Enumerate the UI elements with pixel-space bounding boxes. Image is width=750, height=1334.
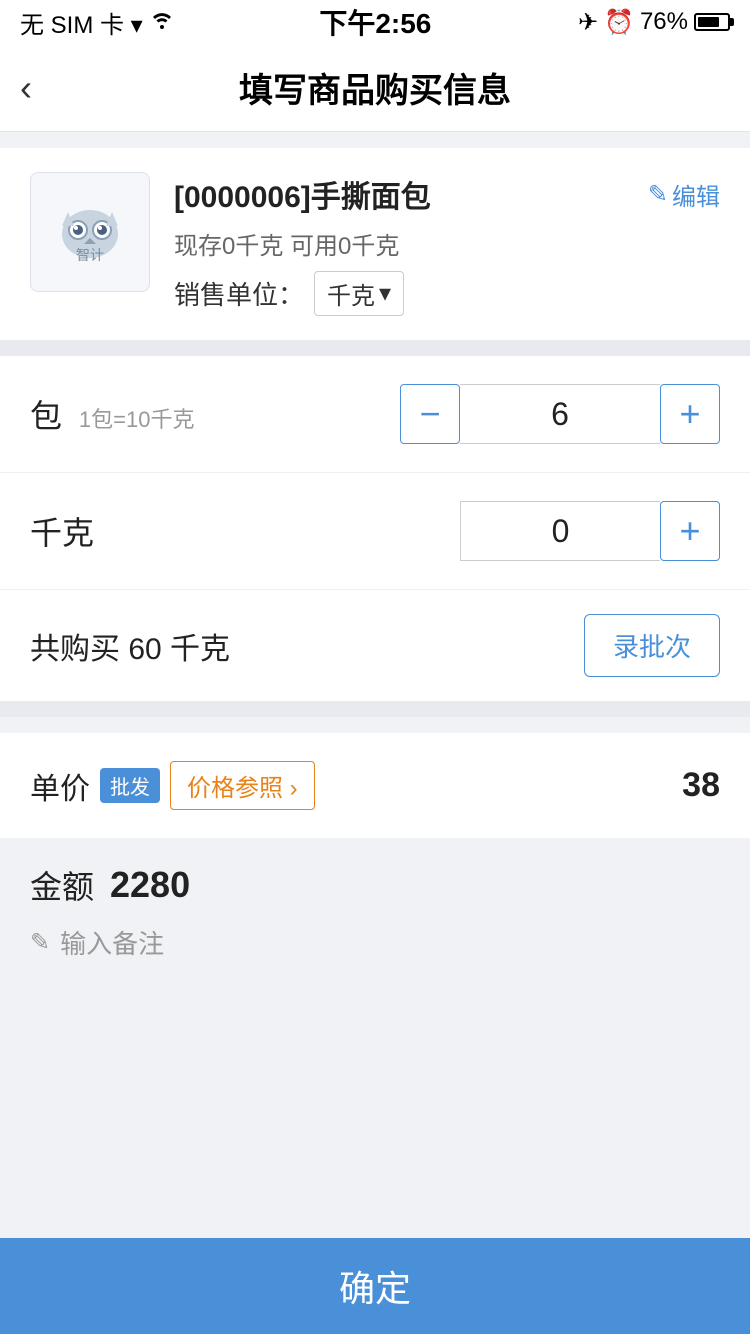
amount-label: 金额 bbox=[30, 862, 94, 908]
kg-qty-row: 千克 + bbox=[0, 473, 750, 590]
qty-section: 包 1包=10千克 − + 千克 + bbox=[0, 356, 750, 590]
unit-select[interactable]: 千克 ▾ bbox=[314, 271, 404, 316]
sim-status: 无 SIM 卡 ▾ bbox=[20, 5, 143, 40]
bao-minus-button[interactable]: − bbox=[400, 384, 460, 444]
page-title: 填写商品购买信息 bbox=[239, 63, 511, 112]
price-label: 单价 批发 价格参照 › bbox=[30, 761, 315, 810]
kg-qty-controls: + bbox=[460, 501, 720, 561]
status-bar: 无 SIM 卡 ▾ 下午2:56 ✈ ⏰ 76% bbox=[0, 0, 750, 44]
bao-plus-button[interactable]: + bbox=[660, 384, 720, 444]
amount-row: 金额 2280 bbox=[30, 862, 720, 908]
wifi-icon bbox=[151, 8, 173, 36]
location-icon: ✈ bbox=[578, 8, 598, 37]
price-row: 单价 批发 价格参照 › 38 bbox=[30, 761, 720, 810]
bao-qty-input[interactable] bbox=[460, 384, 660, 444]
battery-percent: 76% bbox=[640, 8, 688, 36]
battery-icon bbox=[694, 13, 730, 31]
product-unit-row: 销售单位： 千克 ▾ bbox=[174, 271, 720, 316]
remark-row[interactable]: ✎ 输入备注 bbox=[30, 924, 720, 961]
alarm-icon: ⏰ bbox=[604, 8, 634, 37]
bao-label: 包 1包=10千克 bbox=[30, 391, 400, 437]
confirm-button[interactable]: 确定 bbox=[339, 1260, 411, 1312]
remark-placeholder: 输入备注 bbox=[60, 924, 164, 961]
remark-icon: ✎ bbox=[30, 928, 50, 957]
status-time: 下午2:56 bbox=[319, 2, 431, 42]
nav-bar: ‹ 填写商品购买信息 bbox=[0, 44, 750, 132]
summary-text: 共购买 60 千克 bbox=[30, 624, 230, 668]
confirm-bar[interactable]: 确定 bbox=[0, 1238, 750, 1334]
status-right: ✈ ⏰ 76% bbox=[578, 8, 730, 37]
edit-button[interactable]: ✎ 编辑 bbox=[648, 177, 720, 212]
price-ref-button[interactable]: 价格参照 › bbox=[170, 761, 315, 810]
product-card: 智计 [0000006]手撕面包 ✎ 编辑 现存0千克 可用0千克 销售单位： … bbox=[0, 148, 750, 340]
kg-plus-button[interactable]: + bbox=[660, 501, 720, 561]
kg-qty-input[interactable] bbox=[460, 501, 660, 561]
unit-arrow: ▾ bbox=[379, 279, 391, 308]
product-stock: 现存0千克 可用0千克 bbox=[174, 226, 720, 261]
record-batch-button[interactable]: 录批次 bbox=[584, 614, 720, 677]
price-value: 38 bbox=[682, 766, 720, 805]
product-info: [0000006]手撕面包 ✎ 编辑 现存0千克 可用0千克 销售单位： 千克 … bbox=[174, 172, 720, 316]
product-name: [0000006]手撕面包 bbox=[174, 172, 431, 216]
price-section: 单价 批发 价格参照 › 38 bbox=[0, 733, 750, 838]
status-left: 无 SIM 卡 ▾ bbox=[20, 5, 173, 40]
kg-label: 千克 bbox=[30, 508, 460, 554]
unit-label: 销售单位： bbox=[174, 275, 304, 312]
summary-row: 共购买 60 千克 录批次 bbox=[0, 590, 750, 701]
divider-2 bbox=[0, 701, 750, 717]
amount-value: 2280 bbox=[110, 864, 190, 906]
bao-hint: 1包=10千克 bbox=[79, 407, 195, 432]
bao-qty-row: 包 1包=10千克 − + bbox=[0, 356, 750, 473]
svg-text:智计: 智计 bbox=[76, 247, 104, 262]
divider-1 bbox=[0, 340, 750, 356]
bao-qty-controls: − + bbox=[400, 384, 720, 444]
product-thumbnail: 智计 bbox=[30, 172, 150, 292]
batch-badge: 批发 bbox=[100, 768, 160, 803]
amount-section: 金额 2280 ✎ 输入备注 bbox=[0, 838, 750, 977]
back-button[interactable]: ‹ bbox=[20, 67, 32, 109]
